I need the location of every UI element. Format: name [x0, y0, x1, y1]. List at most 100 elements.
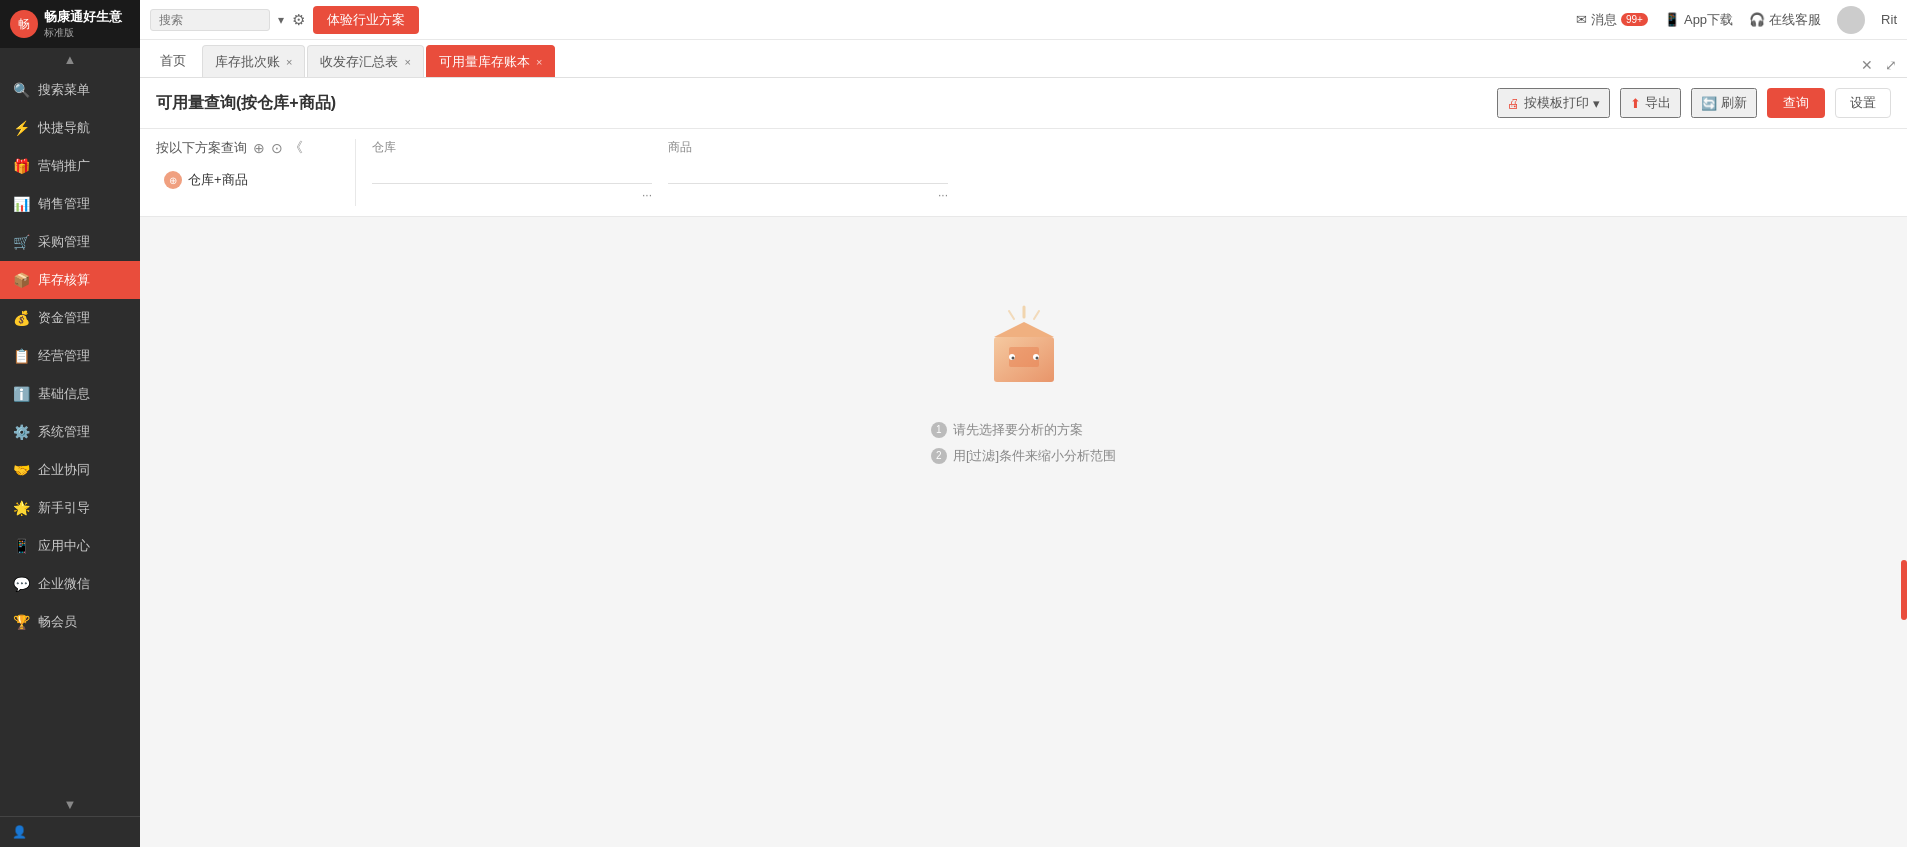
- brand-icon: 畅: [10, 10, 38, 38]
- sidebar-item-search[interactable]: 🔍 搜索菜单: [0, 71, 140, 109]
- tab-close-available-inventory[interactable]: ×: [536, 56, 542, 68]
- sidebar-item-purchase-mgmt[interactable]: 🛒 采购管理: [0, 223, 140, 261]
- export-btn[interactable]: ⬆ 导出: [1620, 88, 1681, 118]
- filter-fields: 仓库 ··· 商品 ···: [372, 139, 1891, 206]
- filter-product-input[interactable]: [668, 160, 948, 184]
- sidebar-item-basic-info[interactable]: ℹ️ 基础信息: [0, 375, 140, 413]
- app-download-label: App下载: [1684, 11, 1733, 29]
- online-service-btn[interactable]: 🎧 在线客服: [1749, 11, 1821, 29]
- sidebar-item-shortcut[interactable]: ⚡ 快捷导航: [0, 109, 140, 147]
- sidebar-icon-ops-mgmt: 📋: [12, 348, 30, 364]
- message-btn[interactable]: ✉ 消息 99+: [1576, 11, 1648, 29]
- brand-text: 畅康通好生意 标准版: [44, 9, 122, 39]
- avatar[interactable]: [1837, 6, 1865, 34]
- tab-available-inventory[interactable]: 可用量库存账本 ×: [426, 45, 555, 77]
- sidebar-menu: 🔍 搜索菜单 ⚡ 快捷导航 🎁 营销推广 📊 销售管理 🛒 采购管理 📦 库存核…: [0, 71, 140, 793]
- sidebar-label-purchase-mgmt: 采购管理: [38, 233, 90, 251]
- sidebar-header: 畅 畅康通好生意 标准版: [0, 0, 140, 48]
- sidebar-label-funds-mgmt: 资金管理: [38, 309, 90, 327]
- brand-sub: 标准版: [44, 26, 122, 39]
- message-icon: ✉: [1576, 12, 1587, 27]
- print-dropdown-icon[interactable]: ▾: [1593, 96, 1600, 111]
- sidebar-label-new-guide: 新手引导: [38, 499, 90, 517]
- refresh-label: 刷新: [1721, 94, 1747, 112]
- sidebar-item-sys-mgmt[interactable]: ⚙️ 系统管理: [0, 413, 140, 451]
- tab-label-available-inventory: 可用量库存账本: [439, 53, 530, 71]
- sidebar-label-marketing-promo: 营销推广: [38, 157, 90, 175]
- tip-text-2: 用[过滤]条件来缩小分析范围: [953, 443, 1116, 469]
- scheme-item-label: 仓库+商品: [188, 171, 248, 189]
- filter-product-label: 商品: [668, 139, 948, 156]
- add-scheme-icon[interactable]: ⊕: [253, 140, 265, 156]
- topbar-dropdown[interactable]: ▾: [278, 13, 284, 27]
- sidebar-icon-member: 🏆: [12, 614, 30, 630]
- tab-expand-btn[interactable]: ⤢: [1881, 55, 1901, 75]
- tip-text-1: 请先选择要分析的方案: [953, 417, 1083, 443]
- app-download-btn[interactable]: 📱 App下载: [1664, 11, 1733, 29]
- sidebar-icon-purchase-mgmt: 🛒: [12, 234, 30, 250]
- trial-btn[interactable]: 体验行业方案: [313, 6, 419, 34]
- sidebar-label-search: 搜索菜单: [38, 81, 90, 99]
- page-actions: 🖨 按模板打印 ▾ ⬆ 导出 🔄 刷新 查询 设置: [1497, 88, 1891, 118]
- filter-warehouse-more[interactable]: ···: [642, 188, 652, 206]
- filter-warehouse-label: 仓库: [372, 139, 652, 156]
- sidebar-item-inventory-calc[interactable]: 📦 库存核算: [0, 261, 140, 299]
- sidebar-icon-sys-mgmt: ⚙️: [12, 424, 30, 440]
- settings-btn[interactable]: 设置: [1835, 88, 1891, 118]
- sidebar-item-ops-mgmt[interactable]: 📋 经营管理: [0, 337, 140, 375]
- svg-line-9: [1009, 311, 1014, 319]
- scheme-item-warehouse-product[interactable]: ⊕ 仓库+商品: [156, 165, 339, 195]
- main-area: ▾ ⚙ 体验行业方案 ✉ 消息 99+ 📱 App下载 🎧 在线客服 Rit 首…: [140, 0, 1907, 847]
- tip-item-1: 1 请先选择要分析的方案: [931, 417, 1116, 443]
- sidebar-icon-sales-mgmt: 📊: [12, 196, 30, 212]
- query-btn[interactable]: 查询: [1767, 88, 1825, 118]
- filter-warehouse-input[interactable]: [372, 160, 652, 184]
- username: Rit: [1881, 12, 1897, 27]
- tab-collect-inventory[interactable]: 收发存汇总表 ×: [307, 45, 423, 77]
- search-input[interactable]: [150, 9, 270, 31]
- sidebar-item-marketing-promo[interactable]: 🎁 营销推广: [0, 147, 140, 185]
- sidebar-item-app-center[interactable]: 📱 应用中心: [0, 527, 140, 565]
- print-btn[interactable]: 🖨 按模板打印 ▾: [1497, 88, 1610, 118]
- sidebar-label-enterprise-wechat: 企业微信: [38, 575, 90, 593]
- refresh-btn[interactable]: 🔄 刷新: [1691, 88, 1757, 118]
- tab-close-btn[interactable]: ✕: [1857, 55, 1877, 75]
- sidebar-scroll-up[interactable]: ▲: [0, 48, 140, 71]
- sidebar-item-funds-mgmt[interactable]: 💰 资金管理: [0, 299, 140, 337]
- sidebar-label-shortcut: 快捷导航: [38, 119, 90, 137]
- tab-inventory-batch[interactable]: 库存批次账 ×: [202, 45, 305, 77]
- sidebar-label-sys-mgmt: 系统管理: [38, 423, 90, 441]
- tabs-actions: ✕ ⤢: [1857, 55, 1901, 77]
- sidebar-label-basic-info: 基础信息: [38, 385, 90, 403]
- sidebar-icon-app-center: 📱: [12, 538, 30, 554]
- export-icon: ⬆: [1630, 96, 1641, 111]
- sidebar-scroll-down[interactable]: ▼: [0, 793, 140, 816]
- print-label: 按模板打印: [1524, 94, 1589, 112]
- filter-scheme-label: 按以下方案查询: [156, 139, 247, 157]
- sidebar-footer[interactable]: 👤: [0, 816, 140, 847]
- sidebar-icon-funds-mgmt: 💰: [12, 310, 30, 326]
- tab-close-inventory-batch[interactable]: ×: [286, 56, 292, 68]
- sidebar-item-enterprise-wechat[interactable]: 💬 企业微信: [0, 565, 140, 603]
- sidebar-label-sales-mgmt: 销售管理: [38, 195, 90, 213]
- topbar-gear-icon[interactable]: ⚙: [292, 11, 305, 29]
- sidebar-label-enterprise-collab: 企业协同: [38, 461, 90, 479]
- collapse-icon[interactable]: 《: [289, 139, 303, 157]
- svg-point-6: [1035, 357, 1038, 360]
- sidebar-icon-new-guide: 🌟: [12, 500, 30, 516]
- sidebar-item-sales-mgmt[interactable]: 📊 销售管理: [0, 185, 140, 223]
- svg-line-8: [1034, 311, 1039, 319]
- tab-home[interactable]: 首页: [146, 45, 200, 77]
- content-area: 可用量查询(按仓库+商品) 🖨 按模板打印 ▾ ⬆ 导出 🔄 刷新 查询 设置: [140, 78, 1907, 847]
- tab-close-collect-inventory[interactable]: ×: [404, 56, 410, 68]
- page-header: 可用量查询(按仓库+商品) 🖨 按模板打印 ▾ ⬆ 导出 🔄 刷新 查询 设置: [140, 78, 1907, 129]
- filter-product-more[interactable]: ···: [938, 188, 948, 206]
- filter-warehouse-group: 仓库 ···: [372, 139, 652, 206]
- sidebar-icon-inventory-calc: 📦: [12, 272, 30, 288]
- settings-scheme-icon[interactable]: ⊙: [271, 140, 283, 156]
- sidebar-label-member: 畅会员: [38, 613, 77, 631]
- sidebar-item-enterprise-collab[interactable]: 🤝 企业协同: [0, 451, 140, 489]
- sidebar-item-new-guide[interactable]: 🌟 新手引导: [0, 489, 140, 527]
- sidebar-item-member[interactable]: 🏆 畅会员: [0, 603, 140, 641]
- empty-state: 1 请先选择要分析的方案 2 用[过滤]条件来缩小分析范围: [140, 217, 1907, 549]
